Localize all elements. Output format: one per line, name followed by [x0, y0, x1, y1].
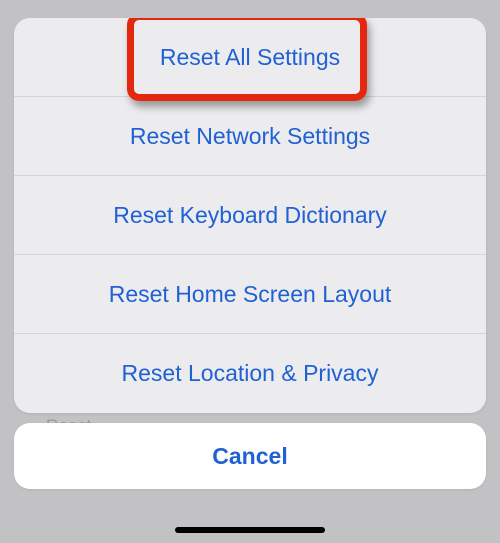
reset-all-settings-label: Reset All Settings: [160, 44, 340, 71]
home-indicator[interactable]: [175, 527, 325, 533]
action-sheet: Reset All Settings Reset Network Setting…: [14, 18, 486, 523]
reset-home-screen-layout-button[interactable]: Reset Home Screen Layout: [14, 255, 486, 334]
reset-network-settings-button[interactable]: Reset Network Settings: [14, 97, 486, 176]
cancel-button[interactable]: Cancel: [14, 423, 486, 489]
reset-network-settings-label: Reset Network Settings: [130, 123, 370, 150]
reset-keyboard-dictionary-button[interactable]: Reset Keyboard Dictionary: [14, 176, 486, 255]
action-list: Reset All Settings Reset Network Setting…: [14, 18, 486, 413]
cancel-label: Cancel: [212, 443, 287, 470]
reset-home-screen-layout-label: Reset Home Screen Layout: [109, 281, 392, 308]
reset-all-settings-button[interactable]: Reset All Settings: [14, 18, 486, 97]
reset-location-privacy-label: Reset Location & Privacy: [122, 360, 379, 387]
reset-keyboard-dictionary-label: Reset Keyboard Dictionary: [113, 202, 387, 229]
reset-location-privacy-button[interactable]: Reset Location & Privacy: [14, 334, 486, 413]
